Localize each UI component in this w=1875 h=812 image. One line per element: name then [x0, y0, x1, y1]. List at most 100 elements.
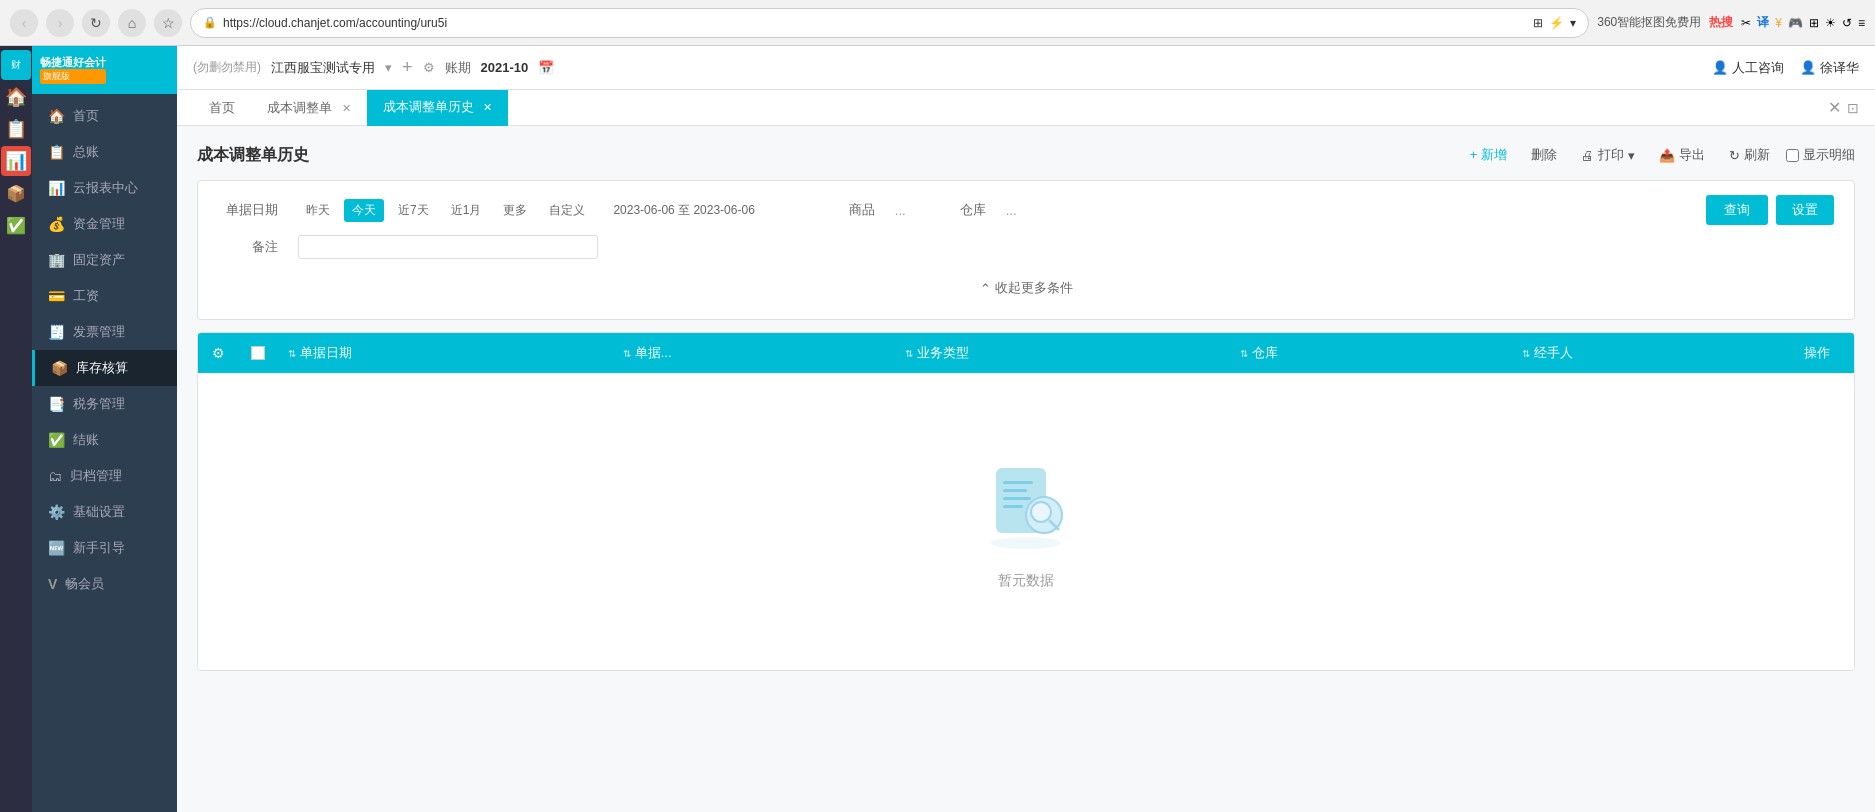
tab-cost-adjust-close[interactable]: ✕ [342, 102, 351, 114]
forward-button[interactable]: › [46, 9, 74, 37]
sidebar-item-funds[interactable]: 💰 资金管理 [32, 206, 177, 242]
th-warehouse[interactable]: ⇅ 仓库 [1230, 344, 1512, 362]
th-operator[interactable]: ⇅ 经手人 [1512, 344, 1794, 362]
bookmark-button[interactable]: ☆ [154, 9, 182, 37]
empty-state: 暂元数据 [198, 373, 1854, 670]
refresh-button[interactable]: ↻ 刷新 [1721, 142, 1778, 168]
invoice-nav-icon: 🧾 [48, 324, 65, 340]
goods-dots[interactable]: ... [895, 203, 906, 218]
menu-icon[interactable]: ≡ [1858, 16, 1865, 30]
brightness-icon[interactable]: ☀ [1825, 16, 1836, 30]
url-bar[interactable]: 🔒 https://cloud.chanjet.com/accounting/u… [190, 8, 1589, 38]
settings-nav-icon: ⚙️ [48, 504, 65, 520]
add-button[interactable]: + 新增 [1462, 142, 1515, 168]
reload-button[interactable]: ↻ [82, 9, 110, 37]
sidebar-item-payroll-label: 工资 [73, 287, 99, 305]
date-7days[interactable]: 近7天 [390, 199, 437, 222]
sidebar-item-payroll[interactable]: 💳 工资 [32, 278, 177, 314]
collapse-button[interactable]: ⌃ 收起更多条件 [980, 279, 1073, 297]
tab-cost-history[interactable]: 成本调整单历史 ✕ [367, 90, 509, 126]
icon-sidebar: 财 🏠 📋 📊 📦 ✅ [0, 46, 32, 812]
sidebar-item-assets-label: 固定资产 [73, 251, 125, 269]
translate-icon[interactable]: 译 [1757, 14, 1769, 31]
filter-row-remark: 备注 [218, 235, 1834, 259]
date-more[interactable]: 更多 [495, 199, 535, 222]
header-checkbox[interactable] [251, 346, 265, 360]
chevron-down-icon: ▾ [1570, 16, 1576, 30]
expand-icon[interactable]: ⊡ [1847, 100, 1859, 116]
scissors-icon[interactable]: ✂ [1741, 16, 1751, 30]
tab-cost-history-close[interactable]: ✕ [483, 101, 492, 113]
display-toggle[interactable]: 显示明细 [1786, 146, 1855, 164]
date-custom[interactable]: 自定义 [541, 199, 593, 222]
export-button[interactable]: 📤 导出 [1651, 142, 1713, 168]
empty-illustration [976, 453, 1076, 556]
period-value: 2021-10 [481, 60, 529, 75]
th-settings-icon[interactable]: ⚙ [198, 345, 238, 361]
apps-icon[interactable]: ⊞ [1809, 16, 1819, 30]
payroll-nav-icon: 💳 [48, 288, 65, 304]
sidebar-item-invoice[interactable]: 🧾 发票管理 [32, 314, 177, 350]
logo-text: 畅捷通好会计 [40, 56, 106, 69]
home-button[interactable]: ⌂ [118, 9, 146, 37]
sidebar-item-ledger[interactable]: 📋 总账 [32, 134, 177, 170]
print-button[interactable]: 🖨 打印 ▾ [1573, 142, 1643, 168]
sort-icon-5: ⇅ [1522, 348, 1530, 359]
sidebar-item-settings[interactable]: ⚙️ 基础设置 [32, 494, 177, 530]
display-checkbox[interactable] [1786, 149, 1799, 162]
service-button[interactable]: 👤 人工咨询 [1712, 59, 1784, 77]
delete-button[interactable]: 删除 [1523, 142, 1565, 168]
th-type-label: 业务类型 [917, 344, 969, 362]
sidebar-item-ledger-label: 总账 [73, 143, 99, 161]
calendar-icon[interactable]: 📅 [538, 60, 554, 75]
empty-text: 暂元数据 [998, 572, 1054, 590]
sidebar-item-settings-label: 基础设置 [73, 503, 125, 521]
currency-icon[interactable]: ¥ [1775, 16, 1782, 30]
tab-home[interactable]: 首页 [193, 91, 251, 125]
export-icon: 📤 [1659, 148, 1675, 163]
tab-cost-adjust[interactable]: 成本调整单 ✕ [251, 91, 367, 125]
settings-company-icon[interactable]: ⚙ [423, 60, 435, 75]
sidebar-item-vip[interactable]: V 畅会员 [32, 566, 177, 602]
sidebar-item-guide[interactable]: 🆕 新手引导 [32, 530, 177, 566]
remark-input[interactable] [298, 235, 598, 259]
dropdown-icon[interactable]: ▾ [385, 60, 392, 75]
sidebar-item-guide-label: 新手引导 [73, 539, 125, 557]
sidebar-item-tax[interactable]: 📑 税务管理 [32, 386, 177, 422]
date-today[interactable]: 今天 [344, 199, 384, 222]
closing-nav-icon: ✅ [48, 432, 65, 448]
th-warehouse-label: 仓库 [1252, 344, 1278, 362]
page-title: 成本调整单历史 [197, 145, 309, 166]
assets-nav-icon: 🏢 [48, 252, 65, 268]
date-1month[interactable]: 近1月 [443, 199, 490, 222]
warehouse-dots[interactable]: ... [1006, 203, 1017, 218]
th-num[interactable]: ⇅ 单据... [613, 344, 895, 362]
date-yesterday[interactable]: 昨天 [298, 199, 338, 222]
query-button[interactable]: 查询 [1706, 195, 1768, 225]
user-icon: 👤 [1800, 60, 1816, 75]
close-all-icon[interactable]: ✕ [1828, 98, 1841, 117]
user-profile[interactable]: 👤 徐译华 [1800, 59, 1859, 77]
sidebar-item-archive-label: 归档管理 [70, 467, 122, 485]
game-icon[interactable]: 🎮 [1788, 16, 1803, 30]
undo-icon[interactable]: ↺ [1842, 16, 1852, 30]
th-checkbox[interactable] [238, 346, 278, 360]
th-date[interactable]: ⇅ 单据日期 [278, 344, 613, 362]
sidebar-item-assets[interactable]: 🏢 固定资产 [32, 242, 177, 278]
svg-rect-3 [1003, 489, 1027, 492]
sidebar-item-reports[interactable]: 📊 云报表中心 [32, 170, 177, 206]
svg-point-0 [991, 537, 1061, 549]
add-company-button[interactable]: + [402, 57, 413, 78]
sidebar-item-home[interactable]: 🏠 首页 [32, 98, 177, 134]
warning-text: (勿删勿禁用) [193, 59, 261, 76]
company-name: 江西服宝测试专用 [271, 59, 375, 77]
grid-icon: ⊞ [1533, 16, 1543, 30]
sidebar-item-archive[interactable]: 🗂 归档管理 [32, 458, 177, 494]
sort-icon-3: ⇅ [905, 348, 913, 359]
th-type[interactable]: ⇅ 业务类型 [895, 344, 1230, 362]
sidebar-item-closing[interactable]: ✅ 结账 [32, 422, 177, 458]
back-button[interactable]: ‹ [10, 9, 38, 37]
sidebar-item-reports-label: 云报表中心 [73, 179, 138, 197]
sidebar-item-inventory[interactable]: 📦 库存核算 [32, 350, 177, 386]
setting-button[interactable]: 设置 [1776, 195, 1834, 225]
